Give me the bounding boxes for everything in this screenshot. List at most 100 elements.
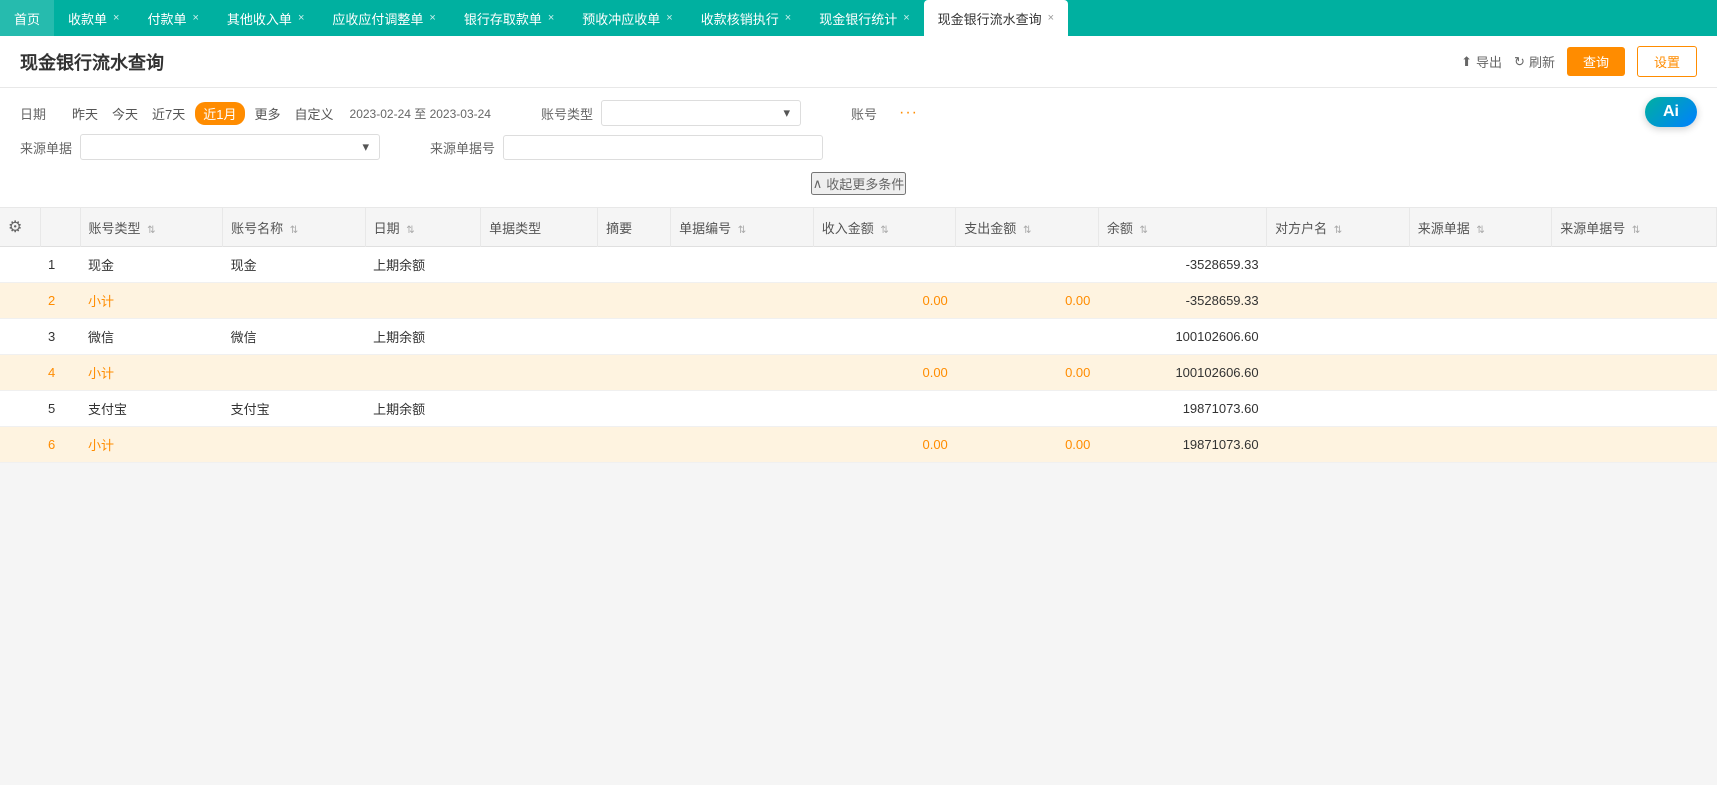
- source-doc-no-input[interactable]: [503, 135, 823, 160]
- table-header-row: ⚙ 账号类型 ⇅ 账号名称 ⇅ 日期 ⇅ 单据类型: [0, 208, 1717, 247]
- query-button[interactable]: 查询: [1567, 47, 1625, 76]
- chevron-down-icon: ▾: [783, 105, 790, 121]
- export-button[interactable]: ⬆ 导出: [1461, 52, 1502, 71]
- collapse-label: 收起更多条件: [826, 174, 904, 193]
- th-balance[interactable]: 余额 ⇅: [1098, 208, 1266, 247]
- close-icon-receipts[interactable]: ×: [113, 12, 119, 24]
- date-opt-7days[interactable]: 近7天: [148, 102, 189, 125]
- close-icon-other-income[interactable]: ×: [298, 12, 304, 24]
- filter-area: 日期 昨天 今天 近7天 近1月 更多 自定义 2023-02-24 至 202…: [0, 88, 1717, 208]
- close-icon-payments[interactable]: ×: [192, 12, 198, 24]
- page-title: 现金银行流水查询: [20, 49, 164, 75]
- collapse-up-icon: ∧: [813, 176, 823, 192]
- source-doc-no-filter: 来源单据号: [430, 135, 823, 160]
- sort-icon-acct-name: ⇅: [290, 225, 298, 236]
- nav-item-bank-deposit[interactable]: 银行存取款单 ×: [450, 0, 568, 36]
- filter-row-source: 来源单据 ▾ 来源单据号: [20, 134, 1697, 160]
- nav-label-cashbank-flow: 现金银行流水查询: [938, 9, 1042, 28]
- th-src-doc[interactable]: 来源单据 ⇅: [1409, 208, 1552, 247]
- account-type-filter: 账号类型 ▾: [541, 100, 801, 126]
- close-icon-writeoff[interactable]: ×: [785, 12, 791, 24]
- nav-item-other-income[interactable]: 其他收入单 ×: [213, 0, 318, 36]
- table-row: 2小计0.000.00-3528659.33: [0, 283, 1717, 319]
- table-row: 5支付宝支付宝上期余额19871073.60: [0, 391, 1717, 427]
- th-acct-type-label: 账号类型: [89, 221, 141, 236]
- close-icon-bank-deposit[interactable]: ×: [548, 12, 554, 24]
- nav-item-adjustment[interactable]: 应收应付调整单 ×: [318, 0, 449, 36]
- nav-item-home[interactable]: 首页: [0, 0, 54, 36]
- date-opt-yesterday[interactable]: 昨天: [68, 102, 102, 125]
- close-icon-cashbank-flow[interactable]: ×: [1048, 12, 1054, 24]
- source-doc-no-label: 来源单据号: [430, 138, 495, 157]
- close-icon-cashbank-stats[interactable]: ×: [903, 12, 909, 24]
- nav-label-bank-deposit: 银行存取款单: [464, 9, 542, 28]
- page-header: 现金银行流水查询 ⬆ 导出 ↻ 刷新 查询 设置: [0, 36, 1717, 88]
- nav-label-adjustment: 应收应付调整单: [332, 9, 423, 28]
- refresh-button[interactable]: ↻ 刷新: [1514, 52, 1555, 71]
- nav-item-advance[interactable]: 预收冲应收单 ×: [568, 0, 686, 36]
- settings-button[interactable]: 设置: [1637, 46, 1697, 77]
- refresh-icon: ↻: [1514, 54, 1525, 70]
- header-actions: ⬆ 导出 ↻ 刷新 查询 设置: [1461, 46, 1697, 77]
- source-doc-chevron-icon: ▾: [362, 139, 369, 155]
- sort-icon-income: ⇅: [880, 225, 888, 236]
- nav-item-cashbank-flow[interactable]: 现金银行流水查询 ×: [924, 0, 1068, 36]
- th-counterpart-label: 对方户名: [1275, 221, 1327, 236]
- table-row: 6小计0.000.0019871073.60: [0, 427, 1717, 463]
- date-opt-today[interactable]: 今天: [108, 102, 142, 125]
- th-settings[interactable]: ⚙: [0, 208, 40, 247]
- collapse-button[interactable]: ∧ 收起更多条件: [811, 172, 907, 195]
- date-range: 2023-02-24 至 2023-03-24: [350, 105, 491, 122]
- nav-item-payments[interactable]: 付款单 ×: [133, 0, 212, 36]
- table-row: 4小计0.000.00100102606.60: [0, 355, 1717, 391]
- date-options: 昨天 今天 近7天 近1月 更多 自定义: [68, 102, 338, 125]
- nav-label-writeoff: 收款核销执行: [701, 9, 779, 28]
- sort-icon-expense: ⇅: [1023, 225, 1031, 236]
- table-settings-icon[interactable]: ⚙: [8, 219, 22, 236]
- sort-icon-src-doc: ⇅: [1476, 225, 1484, 236]
- table-body: 1现金现金上期余额-3528659.332小计0.000.00-3528659.…: [0, 247, 1717, 463]
- nav-item-receipts[interactable]: 收款单 ×: [54, 0, 133, 36]
- th-doc-type: 单据类型: [481, 208, 598, 247]
- th-src-doc-no[interactable]: 来源单据号 ⇅: [1552, 208, 1717, 247]
- sort-icon-doc-no: ⇅: [738, 225, 746, 236]
- nav-item-cashbank-stats[interactable]: 现金银行统计 ×: [805, 0, 923, 36]
- source-doc-label: 来源单据: [20, 138, 72, 157]
- nav-label-other-income: 其他收入单: [227, 9, 292, 28]
- nav-label-receipts: 收款单: [68, 9, 107, 28]
- export-label: 导出: [1476, 52, 1502, 71]
- th-expense[interactable]: 支出金额 ⇅: [956, 208, 1099, 247]
- date-opt-1month[interactable]: 近1月: [195, 102, 244, 125]
- sort-icon-date: ⇅: [406, 225, 414, 236]
- date-opt-more[interactable]: 更多: [251, 102, 285, 125]
- th-acct-name[interactable]: 账号名称 ⇅: [223, 208, 366, 247]
- account-type-label: 账号类型: [541, 104, 593, 123]
- nav-label-home: 首页: [14, 9, 40, 28]
- collapse-bar: ∧ 收起更多条件: [20, 168, 1697, 197]
- th-acct-type[interactable]: 账号类型 ⇅: [80, 208, 223, 247]
- nav-label-payments: 付款单: [147, 9, 186, 28]
- th-income[interactable]: 收入金额 ⇅: [813, 208, 956, 247]
- th-summary: 摘要: [598, 208, 671, 247]
- th-income-label: 收入金额: [822, 221, 874, 236]
- account-no-dots[interactable]: ···: [899, 104, 918, 122]
- source-doc-select[interactable]: ▾: [80, 134, 380, 160]
- close-icon-adjustment[interactable]: ×: [429, 12, 435, 24]
- nav-item-writeoff[interactable]: 收款核销执行 ×: [687, 0, 805, 36]
- top-nav: 首页 收款单 × 付款单 × 其他收入单 × 应收应付调整单 × 银行存取款单 …: [0, 0, 1717, 36]
- th-no: [40, 208, 80, 247]
- source-doc-filter: 来源单据 ▾: [20, 134, 380, 160]
- filter-row-date: 日期 昨天 今天 近7天 近1月 更多 自定义 2023-02-24 至 202…: [20, 100, 1697, 126]
- th-doc-no[interactable]: 单据编号 ⇅: [671, 208, 814, 247]
- ai-button[interactable]: Ai: [1645, 97, 1697, 127]
- date-filter-item: 日期 昨天 今天 近7天 近1月 更多 自定义 2023-02-24 至 202…: [20, 102, 491, 125]
- th-date-label: 日期: [374, 221, 400, 236]
- th-counterpart[interactable]: 对方户名 ⇅: [1267, 208, 1410, 247]
- date-opt-custom[interactable]: 自定义: [291, 102, 338, 125]
- nav-label-cashbank-stats: 现金银行统计: [819, 9, 897, 28]
- table-row: 3微信微信上期余额100102606.60: [0, 319, 1717, 355]
- account-type-select[interactable]: ▾: [601, 100, 801, 126]
- close-icon-advance[interactable]: ×: [666, 12, 672, 24]
- th-date[interactable]: 日期 ⇅: [365, 208, 480, 247]
- date-label: 日期: [20, 104, 60, 123]
